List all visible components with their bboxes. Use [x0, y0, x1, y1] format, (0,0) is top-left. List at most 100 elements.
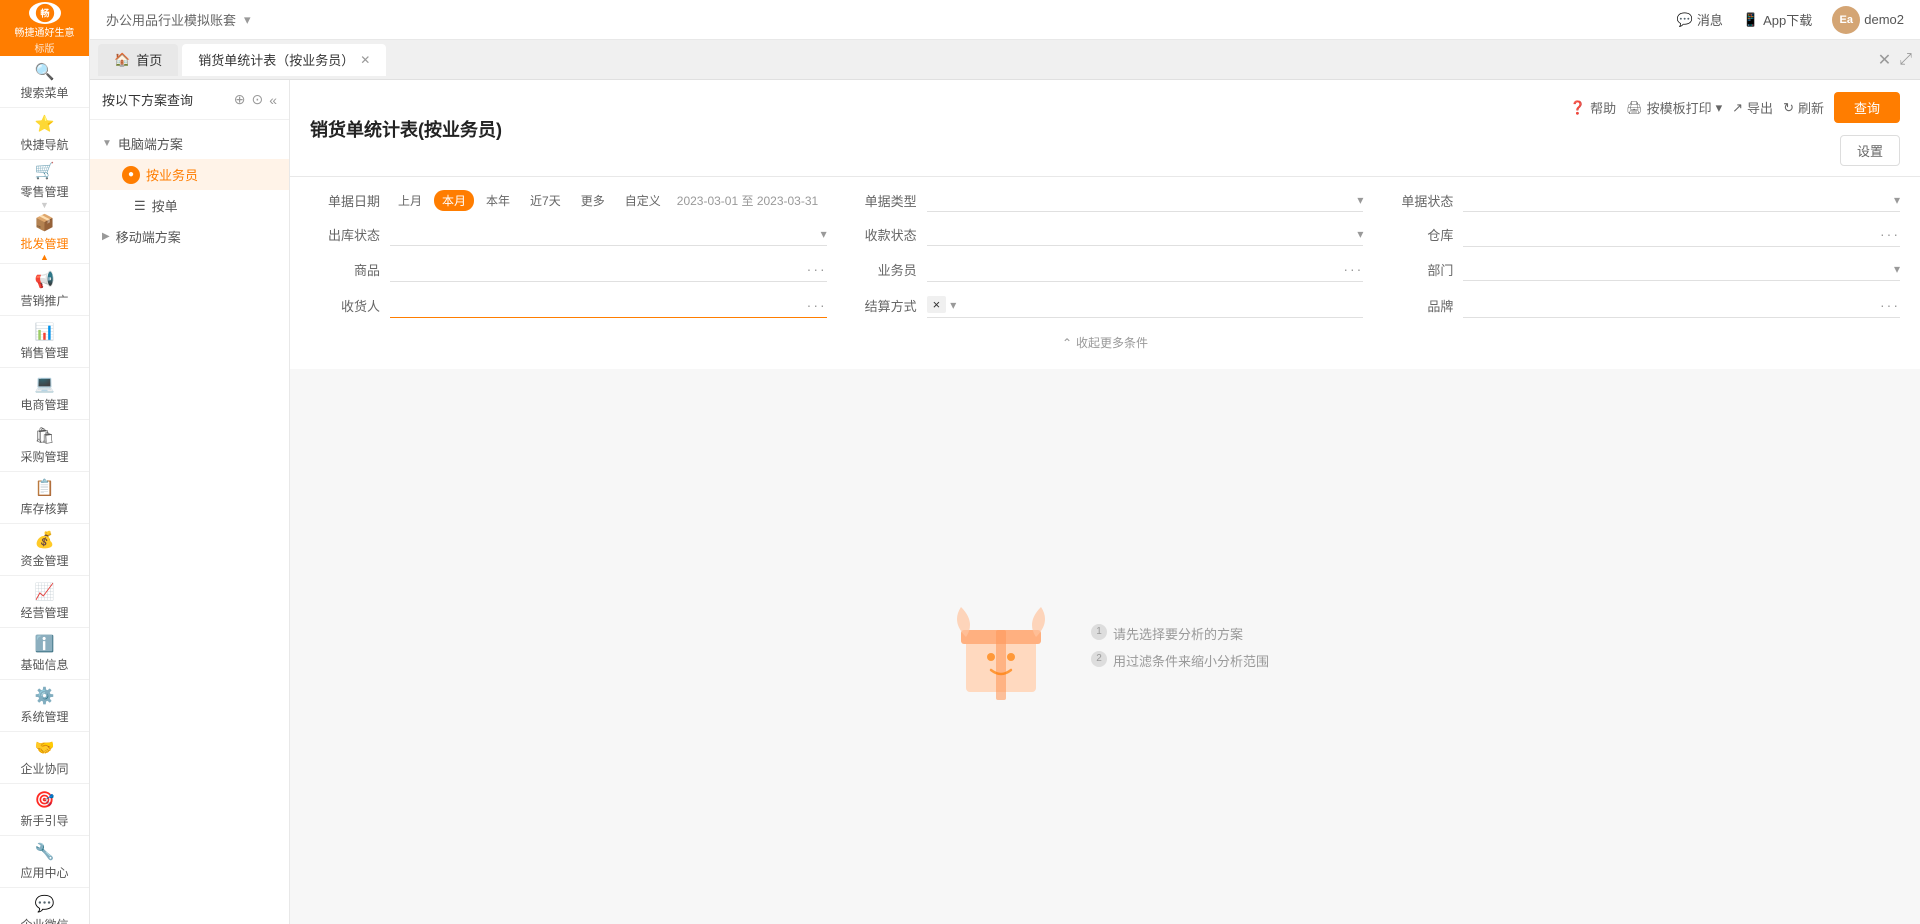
date-tab-more[interactable]: 更多	[573, 190, 613, 211]
tab-home-icon: 🏠	[114, 52, 130, 68]
empty-step2-text: 用过滤条件来缩小分析范围	[1113, 651, 1269, 670]
sidebar-item-nav[interactable]: ⭐ 快捷导航	[0, 108, 89, 160]
sidebar-item-purchase[interactable]: 🛍 采购管理	[0, 420, 89, 472]
tree-pc-section[interactable]: ▼ 电脑端方案	[90, 128, 289, 159]
date-tab-lastmonth[interactable]: 上月	[390, 190, 430, 211]
sidebar-item-search[interactable]: 🔍 搜索菜单	[0, 56, 89, 108]
header-left: 办公用品行业模拟账套 ▾	[106, 10, 251, 29]
collapse-panel-btn[interactable]: «	[269, 92, 277, 108]
empty-state: 1 请先选择要分析的方案 2 用过滤条件来缩小分析范围	[290, 369, 1920, 924]
sidebar-item-nav-label: 快捷导航	[20, 136, 68, 153]
refresh-btn[interactable]: ↻ 刷新	[1783, 98, 1824, 117]
warehouse-label: 仓库	[1383, 225, 1463, 244]
sidebar-item-inventory[interactable]: 📋 库存核算	[0, 472, 89, 524]
user-menu[interactable]: Ea demo2	[1832, 6, 1904, 34]
left-panel-title: 按以下方案查询	[102, 90, 193, 109]
tab-actions: ✕ ⤢	[1878, 50, 1912, 70]
salesperson-label: 业务员	[847, 260, 927, 279]
tab-home[interactable]: 🏠 首页	[98, 44, 178, 76]
date-tab-7days[interactable]: 近7天	[522, 190, 569, 211]
goods-dots-icon: ···	[807, 261, 827, 277]
wxwork-icon: 💬	[35, 894, 55, 914]
date-tab-custom[interactable]: 自定义	[617, 190, 669, 211]
print-dropdown-icon: ▾	[1716, 100, 1723, 116]
sidebar-item-search-label: 搜索菜单	[20, 84, 68, 101]
sidebar-item-system-label: 系统管理	[20, 708, 68, 725]
status-select[interactable]: ▾	[1463, 189, 1900, 212]
sidebar-item-sales-label: 销售管理	[20, 344, 68, 361]
template-print-btn[interactable]: 🖨 按模板打印 ▾	[1626, 98, 1722, 117]
page-actions: ❓ 帮助 🖨 按模板打印 ▾ ↗ 导出	[1570, 92, 1900, 123]
tree-item-by-salesperson[interactable]: ● 按业务员	[90, 159, 289, 190]
date-tab-thisyear[interactable]: 本年	[478, 190, 518, 211]
tree-mobile-label: 移动端方案	[116, 227, 181, 246]
settings-scheme-btn[interactable]: ⊙	[251, 91, 263, 108]
sidebar-item-finance-label: 资金管理	[20, 552, 68, 569]
sidebar-item-ecommerce[interactable]: 💻 电商管理	[0, 368, 89, 420]
sidebar-item-operations-label: 经营管理	[20, 604, 68, 621]
app-download-btn[interactable]: 📱 App下载	[1743, 10, 1812, 29]
filter-area: 单据日期 上月 本月 本年 近7天 更多 自定义 2023-03-01 至 20…	[290, 177, 1920, 369]
export-btn[interactable]: ↗ 导出	[1732, 98, 1773, 117]
tree-item-by-order[interactable]: ☰ 按单	[90, 190, 289, 221]
sidebar-item-basic[interactable]: ℹ️ 基础信息	[0, 628, 89, 680]
warehouse-select[interactable]: ···	[1463, 222, 1900, 247]
add-scheme-btn[interactable]: ⊕	[234, 91, 246, 108]
query-btn[interactable]: 查询	[1834, 92, 1900, 123]
date-tab-thismonth[interactable]: 本月	[434, 190, 474, 211]
guide-icon: 🎯	[35, 790, 55, 810]
sidebar-item-retail-label: 零售管理	[20, 183, 68, 200]
collab-icon: 🤝	[35, 738, 55, 758]
receiver-label: 收货人	[310, 296, 390, 315]
collapse-btn[interactable]: ⌃ 收起更多条件	[310, 328, 1900, 357]
sidebar-item-appcenter[interactable]: 🔧 应用中心	[0, 836, 89, 888]
tab-minimize-btn[interactable]: ✕	[1878, 50, 1891, 70]
type-select[interactable]: ▾	[927, 189, 1364, 212]
step2-num: 2	[1091, 651, 1107, 667]
breadcrumb-dropdown-icon[interactable]: ▾	[244, 12, 251, 28]
help-btn[interactable]: ❓ 帮助	[1570, 98, 1616, 117]
sales-icon: 📊	[35, 322, 55, 342]
tree-pc-label: 电脑端方案	[118, 134, 183, 153]
sidebar-item-system[interactable]: ⚙️ 系统管理	[0, 680, 89, 732]
sidebar-item-retail[interactable]: 🛒 零售管理 ▼	[0, 160, 89, 212]
empty-illustration	[941, 592, 1061, 702]
salesperson-select[interactable]: ···	[927, 257, 1364, 282]
sidebar-item-inventory-label: 库存核算	[20, 500, 68, 517]
sidebar-item-marketing[interactable]: 📢 营销推广	[0, 264, 89, 316]
avatar: Ea	[1832, 6, 1860, 34]
sidebar-item-wholesale[interactable]: 📦 批发管理 ▲	[0, 212, 89, 264]
sidebar-item-wxwork[interactable]: 💬 企业微信	[0, 888, 89, 924]
collect-status-select[interactable]: ▾	[927, 223, 1364, 246]
purchase-icon: 🛍	[34, 426, 54, 446]
message-btn[interactable]: 💬 消息	[1677, 10, 1723, 29]
sidebar-item-collab[interactable]: 🤝 企业协同	[0, 732, 89, 784]
sidebar-item-finance[interactable]: 💰 资金管理	[0, 524, 89, 576]
help-label: 帮助	[1590, 98, 1616, 117]
collapse-label: 收起更多条件	[1076, 334, 1148, 351]
ecommerce-icon: 💻	[35, 374, 55, 394]
marketing-icon: 📢	[35, 270, 55, 290]
inventory-icon: 📋	[35, 478, 55, 498]
refresh-icon: ↻	[1783, 100, 1794, 116]
refresh-label: 刷新	[1798, 98, 1824, 117]
help-icon: ❓	[1570, 100, 1586, 116]
dept-select[interactable]: ▾	[1463, 258, 1900, 281]
sidebar-item-sales[interactable]: 📊 销售管理	[0, 316, 89, 368]
tab-maximize-btn[interactable]: ⤢	[1899, 50, 1912, 70]
tab-close-btn[interactable]: ✕	[360, 53, 370, 67]
tree-mobile-section[interactable]: ▶ 移动端方案	[90, 221, 289, 252]
brand-select[interactable]: ···	[1463, 293, 1900, 318]
mobile-expand-icon: ▶	[102, 231, 110, 242]
sidebar-item-guide[interactable]: 🎯 新手引导	[0, 784, 89, 836]
out-status-select[interactable]: ▾	[390, 223, 827, 246]
order-icon: ☰	[134, 198, 146, 214]
goods-select[interactable]: ···	[390, 257, 827, 282]
setting-btn[interactable]: 设置	[1840, 135, 1900, 166]
out-status-dropdown-icon: ▾	[821, 227, 827, 241]
settle-select[interactable]: × ▾	[927, 292, 1364, 318]
retail-icon: 🛒	[35, 161, 55, 181]
receiver-input[interactable]: ···	[390, 293, 827, 318]
sidebar-item-operations[interactable]: 📈 经营管理	[0, 576, 89, 628]
tab-sales-stat[interactable]: 销货单统计表（按业务员） ✕	[182, 44, 386, 76]
